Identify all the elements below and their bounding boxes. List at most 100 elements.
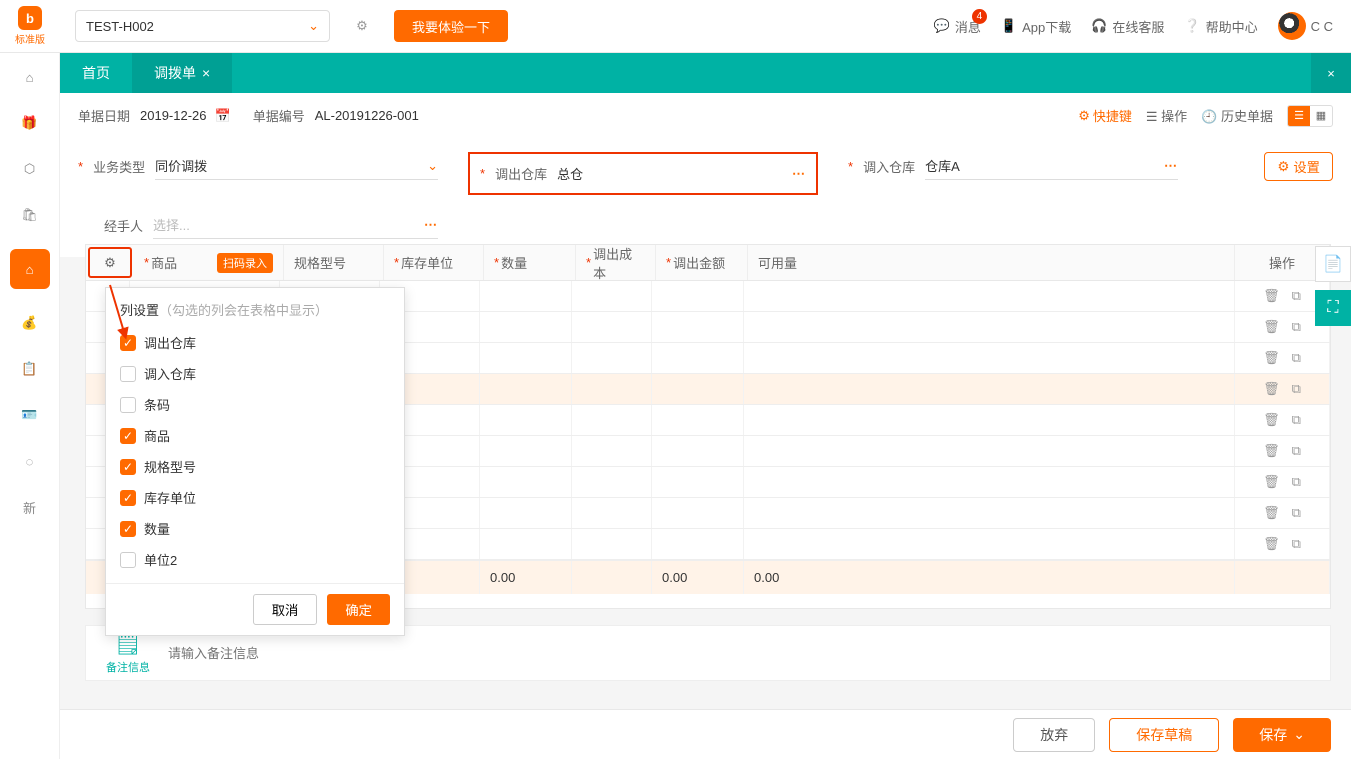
out-warehouse-field[interactable]: * 调出仓库 总仓⋯: [468, 152, 818, 195]
delete-icon[interactable]: 🗑: [1263, 505, 1280, 521]
copy-icon[interactable]: ⧉: [1292, 505, 1301, 521]
app-logo: b: [18, 6, 42, 30]
discard-button[interactable]: 放弃: [1013, 718, 1095, 752]
footer-bar: 放弃 保存草稿 保存⌄: [60, 709, 1351, 759]
column-option-label: 规格型号: [144, 457, 196, 476]
copy-icon[interactable]: ⧉: [1292, 536, 1301, 552]
view-toggle[interactable]: ☰ ▦: [1287, 105, 1333, 127]
more-icon[interactable]: ⋯: [1164, 158, 1178, 174]
fullscreen-icon[interactable]: ⛶: [1315, 290, 1351, 326]
docno-value: AL-20191226-001: [315, 108, 419, 123]
checkbox-icon[interactable]: [120, 366, 136, 382]
user-menu[interactable]: C C: [1278, 12, 1333, 40]
sidebar-bag-icon[interactable]: 🛍: [18, 203, 42, 227]
ops-link[interactable]: ☰ 操作: [1146, 106, 1187, 125]
copy-icon[interactable]: ⧉: [1292, 288, 1301, 304]
service-link[interactable]: 🎧 在线客服: [1091, 17, 1164, 36]
column-option[interactable]: ✓库存单位: [120, 482, 390, 513]
column-option[interactable]: 调入仓库: [120, 358, 390, 389]
col-avail: 可用量: [748, 245, 1235, 280]
column-option[interactable]: 单位2: [120, 544, 390, 575]
tab-transfer[interactable]: 调拨单 ×: [132, 53, 232, 93]
copy-icon[interactable]: ⧉: [1292, 381, 1301, 397]
column-option[interactable]: 条码: [120, 389, 390, 420]
sidebar-loading-icon[interactable]: ◌: [18, 449, 42, 473]
remark-icon-group: 🗒 备注信息: [106, 631, 150, 675]
gear-icon: ⚙: [104, 255, 116, 271]
sidebar-money-icon[interactable]: 💰: [18, 311, 42, 335]
messages-link[interactable]: 💬 消息 4: [934, 17, 981, 36]
checkbox-icon[interactable]: ✓: [120, 459, 136, 475]
delete-icon[interactable]: 🗑: [1263, 288, 1280, 304]
sidebar-clipboard-icon[interactable]: 📋: [18, 357, 42, 381]
checkbox-icon[interactable]: [120, 552, 136, 568]
cancel-button[interactable]: 取消: [253, 594, 318, 625]
sidebar-id-icon[interactable]: 🪪: [18, 403, 42, 427]
delete-icon[interactable]: 🗑: [1263, 536, 1280, 552]
copy-icon[interactable]: ⧉: [1292, 443, 1301, 459]
biz-type-field[interactable]: * 业务类型 同价调拨⌄: [78, 152, 438, 180]
more-icon[interactable]: ⋯: [792, 166, 806, 182]
column-option-label: 商品: [144, 426, 170, 445]
more-icon[interactable]: ⋯: [424, 217, 438, 233]
message-icon: 💬: [934, 18, 950, 34]
column-settings-button[interactable]: ⚙: [88, 247, 132, 278]
column-option[interactable]: ✓调出仓库: [120, 327, 390, 358]
column-option[interactable]: ✓ 商品: [120, 420, 390, 451]
footer-qty: 0.00: [480, 561, 572, 594]
shortcut-link[interactable]: ⚙快捷键: [1078, 106, 1132, 125]
tab-home[interactable]: 首页: [60, 53, 132, 93]
delete-icon[interactable]: 🗑: [1263, 350, 1280, 366]
save-draft-button[interactable]: 保存草稿: [1109, 718, 1219, 752]
float-doc-icon[interactable]: 📄: [1315, 246, 1351, 282]
gear-icon[interactable]: ⚙: [352, 16, 372, 36]
sidebar-warehouse-icon[interactable]: ⌂: [10, 249, 50, 289]
delete-icon[interactable]: 🗑: [1263, 443, 1280, 459]
in-warehouse-field[interactable]: * 调入仓库 仓库A⋯: [848, 152, 1178, 180]
col-cost: *调出成本: [576, 245, 656, 280]
copy-icon[interactable]: ⧉: [1292, 412, 1301, 428]
remark-input[interactable]: [168, 646, 1310, 661]
scan-button[interactable]: 扫码录入: [217, 253, 273, 273]
sidebar-new-icon[interactable]: 新: [18, 495, 42, 519]
close-all-tabs[interactable]: ×: [1311, 53, 1351, 93]
confirm-button[interactable]: 确定: [327, 594, 390, 625]
list-view-icon[interactable]: ☰: [1288, 106, 1310, 126]
copy-icon[interactable]: ⧉: [1292, 350, 1301, 366]
checkbox-icon[interactable]: ✓: [120, 521, 136, 537]
delete-icon[interactable]: 🗑: [1263, 319, 1280, 335]
settings-button[interactable]: ⚙设置: [1264, 152, 1333, 181]
header-right: 💬 消息 4 📱 App下载 🎧 在线客服 ❔ 帮助中心 C C: [934, 12, 1333, 40]
handler-field[interactable]: 经手人 选择...⋯: [78, 211, 438, 239]
col-spec: 规格型号: [284, 245, 384, 280]
copy-icon[interactable]: ⧉: [1292, 474, 1301, 490]
footer-amount: 0.00: [652, 561, 744, 594]
grid-view-icon[interactable]: ▦: [1310, 106, 1332, 126]
logo-area: b 标准版: [0, 6, 60, 46]
checkbox-icon[interactable]: ✓: [120, 490, 136, 506]
checkbox-icon[interactable]: ✓: [120, 335, 136, 351]
help-link[interactable]: ❔ 帮助中心: [1184, 17, 1257, 36]
copy-icon[interactable]: ⧉: [1292, 319, 1301, 335]
close-icon[interactable]: ×: [202, 65, 210, 81]
sidebar-home-icon[interactable]: ⌂: [18, 65, 42, 89]
app-download-link[interactable]: 📱 App下载: [1001, 17, 1071, 36]
delete-icon[interactable]: 🗑: [1263, 381, 1280, 397]
column-option[interactable]: ✓ 规格型号: [120, 451, 390, 482]
sidebar-gift-icon[interactable]: 🎁: [18, 111, 42, 135]
col-amount: *调出金额: [656, 245, 748, 280]
sidebar-house-icon[interactable]: ⬡: [18, 157, 42, 181]
checkbox-icon[interactable]: ✓: [120, 428, 136, 444]
trial-button[interactable]: 我要体验一下: [394, 10, 508, 42]
history-link[interactable]: 🕘 历史单据: [1201, 106, 1273, 125]
date-value[interactable]: 2019-12-26: [140, 108, 207, 123]
calendar-icon[interactable]: 📅: [215, 108, 231, 124]
org-selector[interactable]: TEST-H002 ⌄: [75, 10, 330, 42]
delete-icon[interactable]: 🗑: [1263, 474, 1280, 490]
document-bar: 单据日期 2019-12-26 📅 单据编号 AL-20191226-001 ⚙…: [60, 93, 1351, 138]
save-button[interactable]: 保存⌄: [1233, 718, 1331, 752]
checkbox-icon[interactable]: [120, 397, 136, 413]
column-list[interactable]: ✓调出仓库调入仓库条码 ✓ 商品 ✓ 规格型号 ✓库存单位✓数量单位2: [106, 327, 404, 575]
column-option[interactable]: ✓数量: [120, 513, 390, 544]
delete-icon[interactable]: 🗑: [1263, 412, 1280, 428]
